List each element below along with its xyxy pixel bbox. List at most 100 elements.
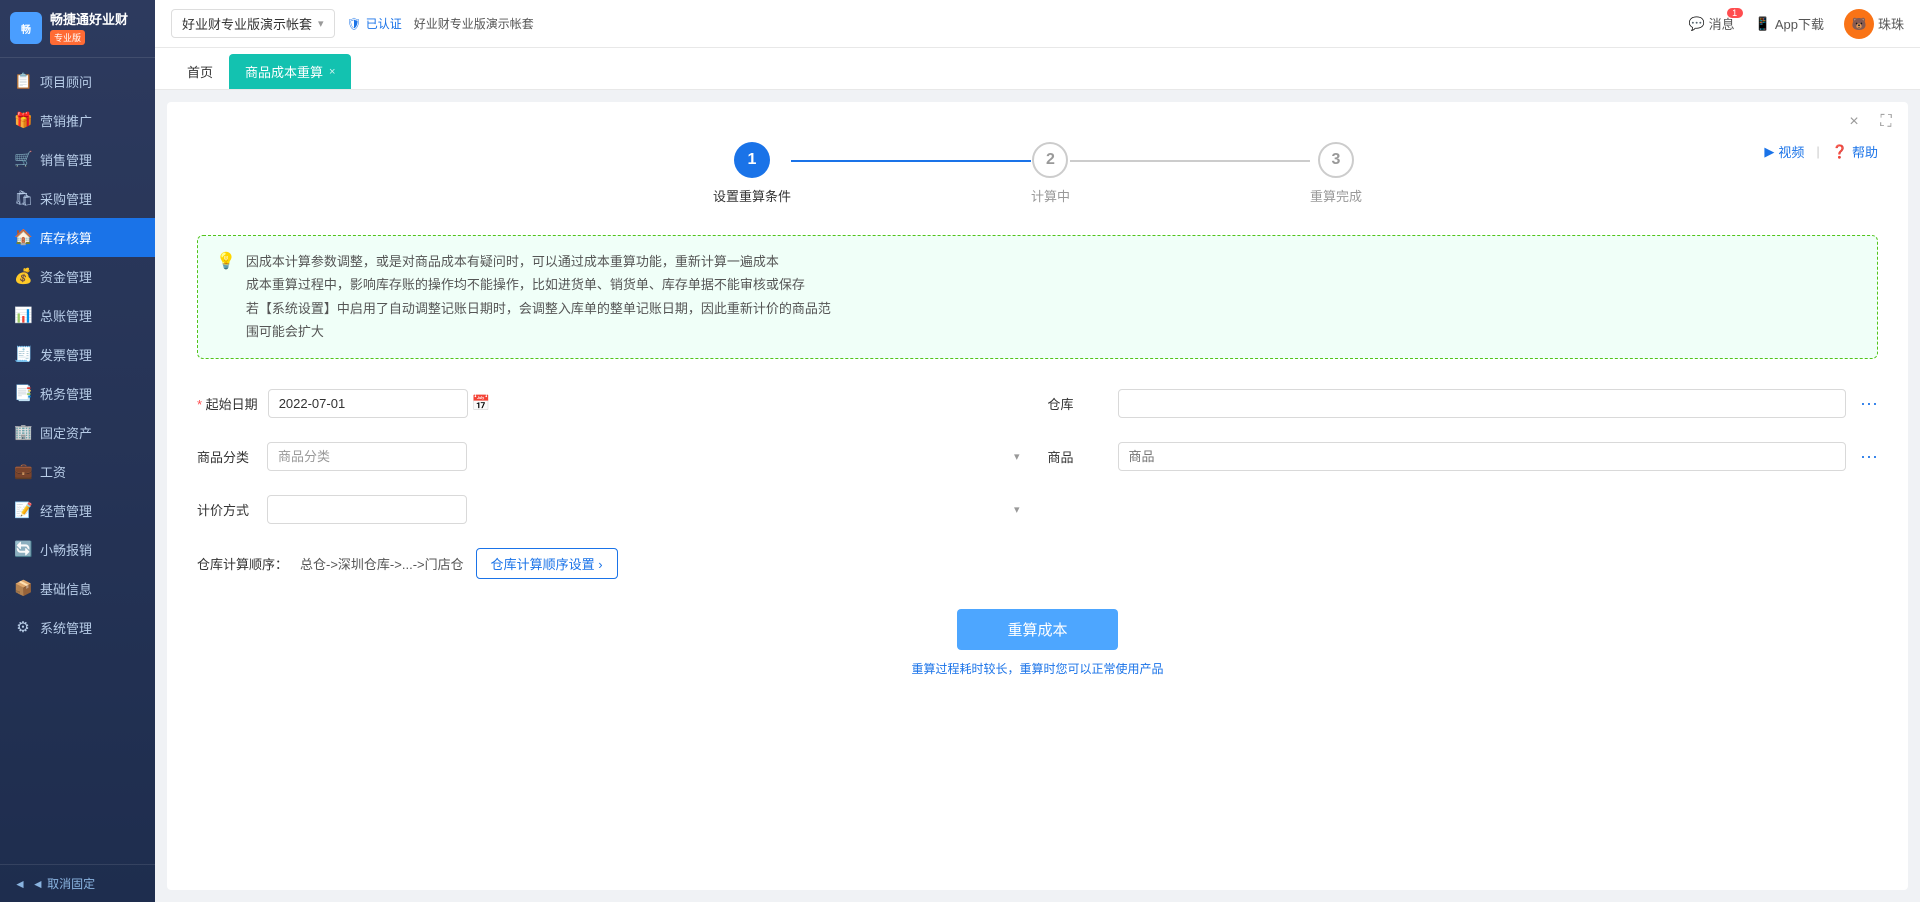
- sidebar-item-tax[interactable]: 📑 税务管理: [0, 374, 155, 413]
- shield-icon: 🛡: [347, 17, 362, 31]
- sidebar-item-operation[interactable]: 📝 经营管理: [0, 491, 155, 530]
- step-1-label: 设置重算条件: [713, 186, 791, 205]
- tab-home[interactable]: 首页: [171, 54, 229, 89]
- sidebar-item-label-basicinfo: 基础信息: [40, 579, 92, 598]
- step-2: 2 计算中: [1031, 142, 1070, 205]
- sidebar-item-label-system: 系统管理: [40, 618, 92, 637]
- info-text: 因成本计算参数调整，或是对商品成本有疑问时，可以通过成本重算功能，重新计算一遍成…: [246, 250, 831, 344]
- sidebar-item-label-operation: 经营管理: [40, 501, 92, 520]
- warehouse-order-settings-button[interactable]: 仓库计算顺序设置 ›: [476, 548, 618, 579]
- goods-group: 商品 ···: [1048, 442, 1879, 471]
- sidebar-item-label-sales: 销售管理: [40, 150, 92, 169]
- close-button[interactable]: ×: [1842, 110, 1866, 134]
- start-date-group: 起始日期 📅: [197, 389, 1028, 418]
- category-chevron-icon: ▾: [1014, 450, 1020, 463]
- expand-button[interactable]: ⛶: [1874, 110, 1898, 134]
- sidebar-item-invoice[interactable]: 🧾 发票管理: [0, 335, 155, 374]
- sidebar-item-system[interactable]: ⚙ 系统管理: [0, 608, 155, 647]
- sidebar-badge: 专业版: [50, 30, 85, 45]
- sidebar-nav: 📋 项目顾问 🎁 营销推广 🛒 销售管理 🛍 采购管理 🏠 库存核算 💰 资金管…: [0, 58, 155, 864]
- step-3-number: 3: [1332, 151, 1341, 169]
- category-label: 商品分类: [197, 447, 257, 466]
- app-download-button[interactable]: 📱 App下载: [1755, 14, 1824, 33]
- sidebar: 畅 畅捷通好业财 专业版 📋 项目顾问 🎁 营销推广 🛒 销售管理 🛍 采购管理…: [0, 0, 155, 902]
- pricing-select-wrapper: ▾: [267, 495, 1028, 524]
- account-selector[interactable]: 好业财专业版演示帐套 ▾: [171, 9, 335, 38]
- help-link[interactable]: ❓ 帮助: [1832, 142, 1878, 161]
- info-box: 💡 因成本计算参数调整，或是对商品成本有疑问时，可以通过成本重算功能，重新计算一…: [197, 235, 1878, 359]
- help-links: ▶ 视频 | ❓ 帮助: [1764, 142, 1878, 161]
- sidebar-pin-toggle[interactable]: ◄ ◄ 取消固定: [0, 864, 155, 902]
- warehouse-order-btn-label: 仓库计算顺序设置 ›: [491, 554, 603, 573]
- project-icon: 📋: [14, 72, 32, 90]
- step-2-label: 计算中: [1031, 186, 1070, 205]
- inventory-icon: 🏠: [14, 228, 32, 246]
- user-profile[interactable]: 🐻 珠珠: [1844, 9, 1904, 39]
- category-select-wrapper: 商品分类 ▾: [267, 442, 1028, 471]
- account-name: 好业财专业版演示帐套: [182, 14, 312, 33]
- message-button[interactable]: 💬 消息 1: [1688, 14, 1734, 33]
- sidebar-logo: 畅: [10, 12, 42, 44]
- play-icon: ▶: [1764, 144, 1774, 160]
- expense-icon: 🔄: [14, 540, 32, 558]
- recalc-note: 重算过程耗时较长，重算时您可以正常使用产品: [911, 660, 1163, 677]
- pricing-select[interactable]: [267, 495, 467, 524]
- sidebar-item-salary[interactable]: 💼 工资: [0, 452, 155, 491]
- user-name: 珠珠: [1878, 14, 1904, 33]
- pin-icon: ◄: [14, 877, 26, 891]
- sidebar-item-purchase[interactable]: 🛍 采购管理: [0, 179, 155, 218]
- sidebar-item-account[interactable]: 📊 总账管理: [0, 296, 155, 335]
- info-line-4: 围可能会扩大: [246, 320, 831, 343]
- help-divider: |: [1816, 144, 1819, 159]
- purchase-icon: 🛍: [14, 189, 32, 207]
- system-icon: ⚙: [14, 618, 32, 636]
- marketing-icon: 🎁: [14, 111, 32, 129]
- sidebar-item-label-marketing: 营销推广: [40, 111, 92, 130]
- sidebar-item-label-tax: 税务管理: [40, 384, 92, 403]
- sidebar-item-assets[interactable]: 🏢 固定资产: [0, 413, 155, 452]
- video-label: 视频: [1778, 142, 1804, 161]
- sidebar-item-label-purchase: 采购管理: [40, 189, 92, 208]
- category-select[interactable]: 商品分类: [267, 442, 467, 471]
- bulb-icon: 💡: [216, 251, 236, 344]
- tax-icon: 📑: [14, 384, 32, 402]
- goods-more-icon[interactable]: ···: [1860, 446, 1878, 467]
- form-row-1: 起始日期 📅 仓库 ···: [197, 389, 1878, 418]
- sidebar-item-project[interactable]: 📋 项目顾问: [0, 62, 155, 101]
- sidebar-item-finance[interactable]: 💰 资金管理: [0, 257, 155, 296]
- warehouse-more-icon[interactable]: ···: [1860, 393, 1878, 414]
- recalc-btn-label: 重算成本: [1007, 622, 1067, 639]
- sidebar-item-label-assets: 固定资产: [40, 423, 92, 442]
- sidebar-item-label-project: 项目顾问: [40, 72, 92, 91]
- topbar-actions: 💬 消息 1 📱 App下载 🐻 珠珠: [1688, 9, 1904, 39]
- info-line-1: 因成本计算参数调整，或是对商品成本有疑问时，可以通过成本重算功能，重新计算一遍成…: [246, 250, 831, 273]
- sidebar-item-basicinfo[interactable]: 📦 基础信息: [0, 569, 155, 608]
- warehouse-label: 仓库: [1048, 394, 1108, 413]
- warehouse-input[interactable]: [1118, 389, 1847, 418]
- tab-cost-recalc[interactable]: 商品成本重算 ×: [229, 54, 351, 89]
- sidebar-item-inventory[interactable]: 🏠 库存核算: [0, 218, 155, 257]
- calendar-icon[interactable]: 📅: [472, 394, 491, 412]
- start-date-input[interactable]: [268, 389, 468, 418]
- category-group: 商品分类 商品分类 ▾: [197, 442, 1028, 471]
- sidebar-item-expense[interactable]: 🔄 小畅报销: [0, 530, 155, 569]
- step-2-number: 2: [1046, 151, 1055, 169]
- sidebar-item-marketing[interactable]: 🎁 营销推广: [0, 101, 155, 140]
- tab-home-label: 首页: [187, 62, 213, 81]
- notification-badge: 1: [1727, 8, 1743, 18]
- help-label: 帮助: [1852, 142, 1878, 161]
- question-icon: ❓: [1832, 144, 1848, 160]
- assets-icon: 🏢: [14, 423, 32, 441]
- sidebar-item-label-expense: 小畅报销: [40, 540, 92, 559]
- sidebar-item-label-inventory: 库存核算: [40, 228, 92, 247]
- goods-input[interactable]: [1118, 442, 1847, 471]
- recalc-button[interactable]: 重算成本: [957, 609, 1117, 650]
- start-date-label: 起始日期: [197, 394, 258, 413]
- close-icon: ×: [1849, 113, 1858, 131]
- sidebar-item-sales[interactable]: 🛒 销售管理: [0, 140, 155, 179]
- step-3: 3 重算完成: [1310, 142, 1362, 205]
- video-link[interactable]: ▶ 视频: [1764, 142, 1804, 161]
- account-chevron-icon: ▾: [318, 17, 324, 30]
- sidebar-header: 畅 畅捷通好业财 专业版: [0, 0, 155, 58]
- tab-close-icon[interactable]: ×: [329, 66, 335, 78]
